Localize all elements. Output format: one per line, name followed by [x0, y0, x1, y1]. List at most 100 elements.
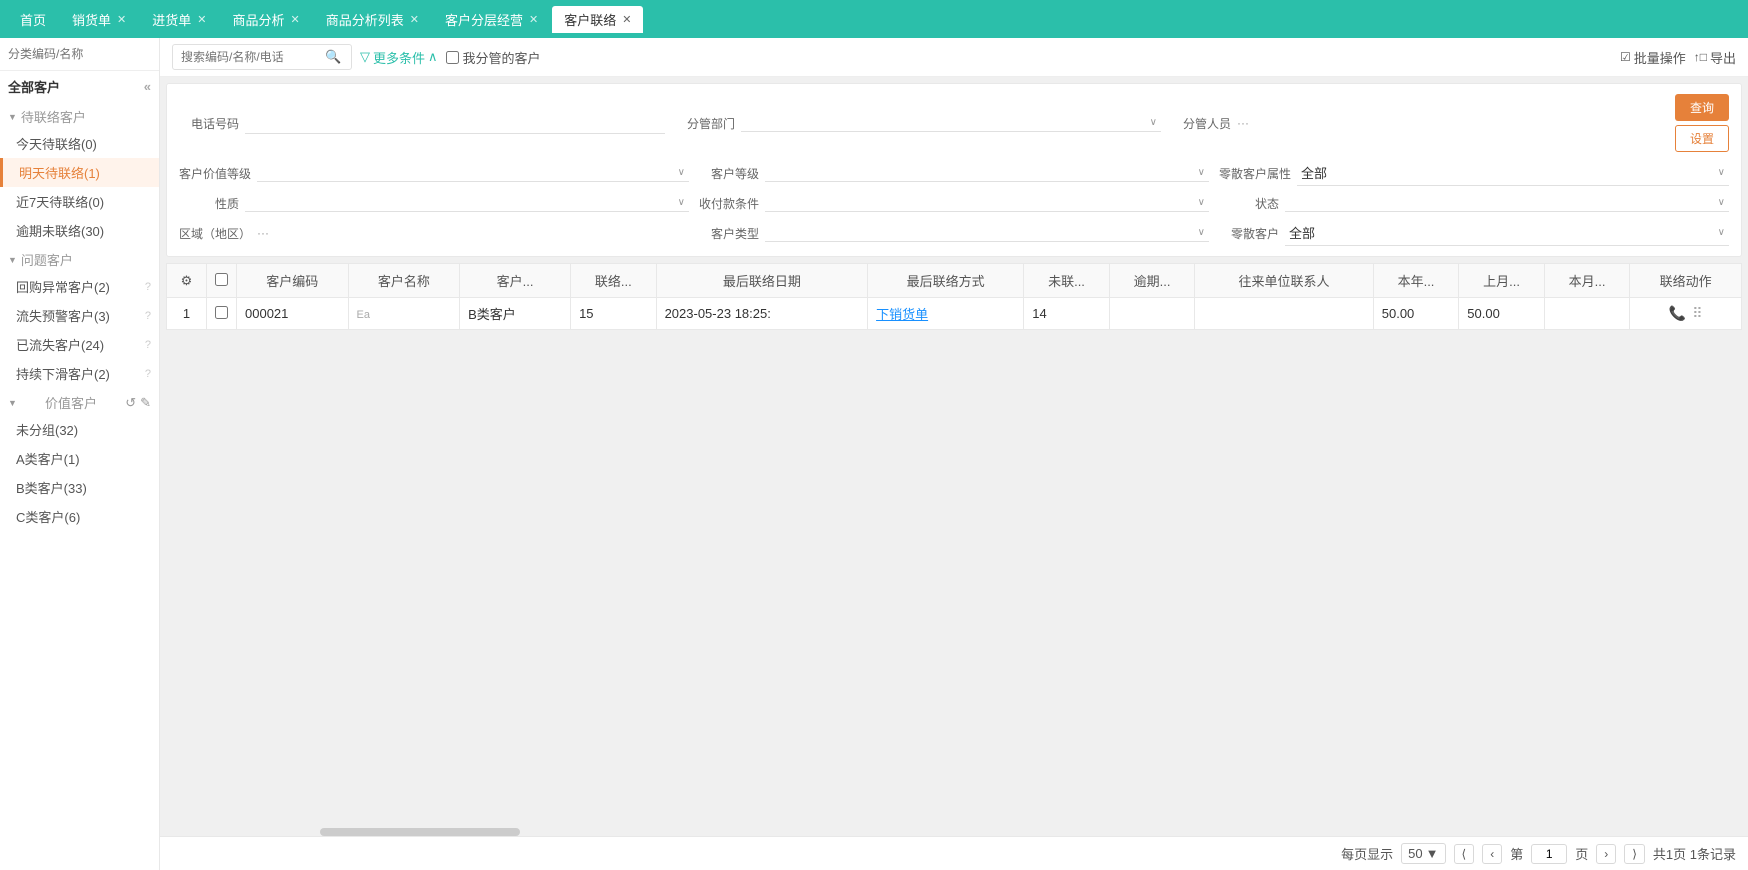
filter-division-dept-select[interactable]: ∨ — [741, 114, 1161, 132]
sidebar-group-problem-customers[interactable]: 问题客户 — [0, 245, 159, 272]
select-all-checkbox[interactable] — [215, 273, 228, 286]
nav-item-customer-contact[interactable]: 客户联络 ✕ — [552, 6, 643, 33]
scrollbar-thumb[interactable] — [320, 828, 520, 836]
more-filter-button[interactable]: ▽ 更多条件 ∧ — [360, 48, 438, 67]
nav-item-sales[interactable]: 销货单 ✕ — [60, 6, 138, 33]
filter-customer-value-level-label: 客户价值等级 — [179, 165, 251, 182]
sidebar-item-7days-contact[interactable]: 近7天待联络(0) — [0, 187, 159, 216]
filter-retail-attr-select[interactable]: 全部 ∨ — [1297, 160, 1729, 186]
sidebar-item-today-contact[interactable]: 今天待联络(0) — [0, 129, 159, 158]
settings-col-label: ⚙ — [181, 273, 193, 288]
th-uncontacted[interactable]: 未联... — [1024, 264, 1110, 298]
filter-retail-customer-select[interactable]: 全部 ∨ — [1285, 220, 1729, 246]
row-uncontacted: 14 — [1032, 306, 1046, 321]
nav-item-customer-segment[interactable]: 客户分层经营 ✕ — [433, 6, 550, 33]
th-customer-type[interactable]: 客户... — [460, 264, 571, 298]
row-checkbox[interactable] — [215, 306, 228, 319]
filter-actions: 查询 设置 — [1675, 94, 1729, 152]
th-contact-person[interactable]: 往来单位联系人 — [1195, 264, 1373, 298]
filter-division-person-field: 分管人员 ··· — [1171, 115, 1657, 132]
sidebar-group-value-customers[interactable]: 价值客户 ↺ ✎ — [0, 388, 159, 415]
td-contact-person — [1195, 298, 1373, 330]
sidebar-search-container: 🔍 — [0, 38, 159, 71]
sidebar-item-ungrouped[interactable]: 未分组(32) — [0, 415, 159, 444]
th-last-contact-method[interactable]: 最后联络方式 — [868, 264, 1024, 298]
nav-close-customer-segment[interactable]: ✕ — [529, 13, 538, 26]
filter-phone-input[interactable] — [245, 113, 665, 134]
th-overdue[interactable]: 逾期... — [1109, 264, 1195, 298]
next-page-button[interactable]: › — [1596, 844, 1616, 864]
row-action-phone-icon[interactable]: 📞 — [1669, 305, 1686, 322]
nav-item-home[interactable]: 首页 — [8, 6, 58, 33]
prev-page-button[interactable]: ‹ — [1482, 844, 1502, 864]
sidebar-group-pending-contact[interactable]: 待联络客户 — [0, 102, 159, 129]
sidebar-all-customers[interactable]: 全部客户 « — [0, 71, 159, 102]
set-button[interactable]: 设置 — [1675, 125, 1729, 152]
filter-payment-terms-select[interactable]: ∨ — [765, 194, 1209, 212]
col-label-contact-person: 往来单位联系人 — [1239, 274, 1330, 289]
sidebar-group-label-pending: 待联络客户 — [21, 107, 86, 126]
sidebar-label-overdue-contact: 逾期未联络(30) — [16, 221, 104, 240]
th-check[interactable] — [207, 264, 237, 298]
sidebar-item-repurchase-abnormal[interactable]: 回购异常客户(2) ? — [0, 272, 159, 301]
sidebar-item-c-class[interactable]: C类客户(6) — [0, 502, 159, 531]
filter-division-person-more[interactable]: ··· — [1237, 116, 1249, 130]
nav-close-customer-contact[interactable]: ✕ — [622, 13, 631, 26]
search-input[interactable] — [181, 50, 321, 64]
nav-close-goods-analysis-list[interactable]: ✕ — [410, 13, 419, 26]
sidebar-item-b-class[interactable]: B类客户(33) — [0, 473, 159, 502]
th-name[interactable]: 客户名称 — [348, 264, 460, 298]
sidebar-item-overdue-contact[interactable]: 逾期未联络(30) — [0, 216, 159, 245]
value-customers-refresh-icon[interactable]: ↺ — [125, 395, 136, 411]
th-contact[interactable]: 联络... — [571, 264, 657, 298]
sidebar-item-lost-risk[interactable]: 流失预警客户(3) ? — [0, 301, 159, 330]
sidebar-item-continuous-down[interactable]: 持续下滑客户(2) ? — [0, 359, 159, 388]
per-page-select[interactable]: 50 ▼ — [1401, 843, 1445, 864]
row-action-grid-icon[interactable]: ⠿ — [1692, 305, 1702, 322]
row-last-contact-date: 2023-05-23 18:25: — [665, 306, 771, 321]
filter-customer-value-level-select[interactable]: ∨ — [257, 164, 689, 182]
sidebar-search-input[interactable] — [8, 47, 160, 61]
search-icon[interactable]: 🔍 — [325, 49, 341, 65]
filter-customer-level-select[interactable]: ∨ — [765, 164, 1209, 182]
filter-division-dept-label: 分管部门 — [675, 115, 735, 132]
export-button[interactable]: ↑□ 导出 — [1694, 48, 1736, 67]
nav-item-goods-analysis[interactable]: 商品分析 ✕ — [220, 6, 311, 33]
value-customers-edit-icon[interactable]: ✎ — [140, 395, 151, 411]
first-page-button[interactable]: ⟨ — [1454, 844, 1475, 864]
sidebar-item-tomorrow-contact[interactable]: 明天待联络(1) — [0, 158, 159, 187]
col-label-name: 客户名称 — [378, 274, 430, 289]
my-customers-checkbox[interactable] — [446, 51, 459, 64]
filter-status-select[interactable]: ∨ — [1285, 194, 1729, 212]
td-check[interactable] — [207, 298, 237, 330]
filter-customer-type-select[interactable]: ∨ — [765, 224, 1209, 242]
col-label-customer-type: 客户... — [497, 274, 534, 289]
filter-gender-select[interactable]: ∨ — [245, 194, 689, 212]
nav-item-purchase[interactable]: 进货单 ✕ — [140, 6, 218, 33]
last-page-button[interactable]: ⟩ — [1624, 844, 1645, 864]
th-this-year[interactable]: 本年... — [1373, 264, 1459, 298]
nav-close-sales[interactable]: ✕ — [117, 13, 126, 26]
th-settings[interactable]: ⚙ — [167, 264, 207, 298]
nav-item-goods-analysis-list[interactable]: 商品分析列表 ✕ — [314, 6, 431, 33]
td-last-contact-method[interactable]: 下销货单 — [868, 298, 1024, 330]
th-code[interactable]: 客户编码 — [237, 264, 349, 298]
nav-close-purchase[interactable]: ✕ — [197, 13, 206, 26]
sidebar-item-a-class[interactable]: A类客户(1) — [0, 444, 159, 473]
nav-close-goods-analysis[interactable]: ✕ — [291, 13, 300, 26]
batch-operate-button[interactable]: ☑ 批量操作 — [1620, 48, 1686, 67]
query-button[interactable]: 查询 — [1675, 94, 1729, 121]
horizontal-scrollbar[interactable] — [160, 828, 1748, 836]
row-last-contact-method-link[interactable]: 下销货单 — [876, 307, 928, 322]
sidebar-item-lost[interactable]: 已流失客户(24) ? — [0, 330, 159, 359]
td-overdue — [1109, 298, 1195, 330]
my-customers-checkbox-label[interactable]: 我分管的客户 — [446, 48, 541, 67]
page-number-input[interactable] — [1531, 844, 1567, 864]
batch-operate-label: 批量操作 — [1634, 48, 1686, 67]
th-last-month[interactable]: 上月... — [1459, 264, 1545, 298]
th-this-month[interactable]: 本月... — [1544, 264, 1630, 298]
per-page-value: 50 — [1408, 846, 1422, 861]
th-last-contact-date[interactable]: 最后联络日期 — [656, 264, 868, 298]
filter-region-more[interactable]: ··· — [257, 226, 269, 240]
filter-customer-type-field: 客户类型 ∨ — [699, 224, 1209, 242]
